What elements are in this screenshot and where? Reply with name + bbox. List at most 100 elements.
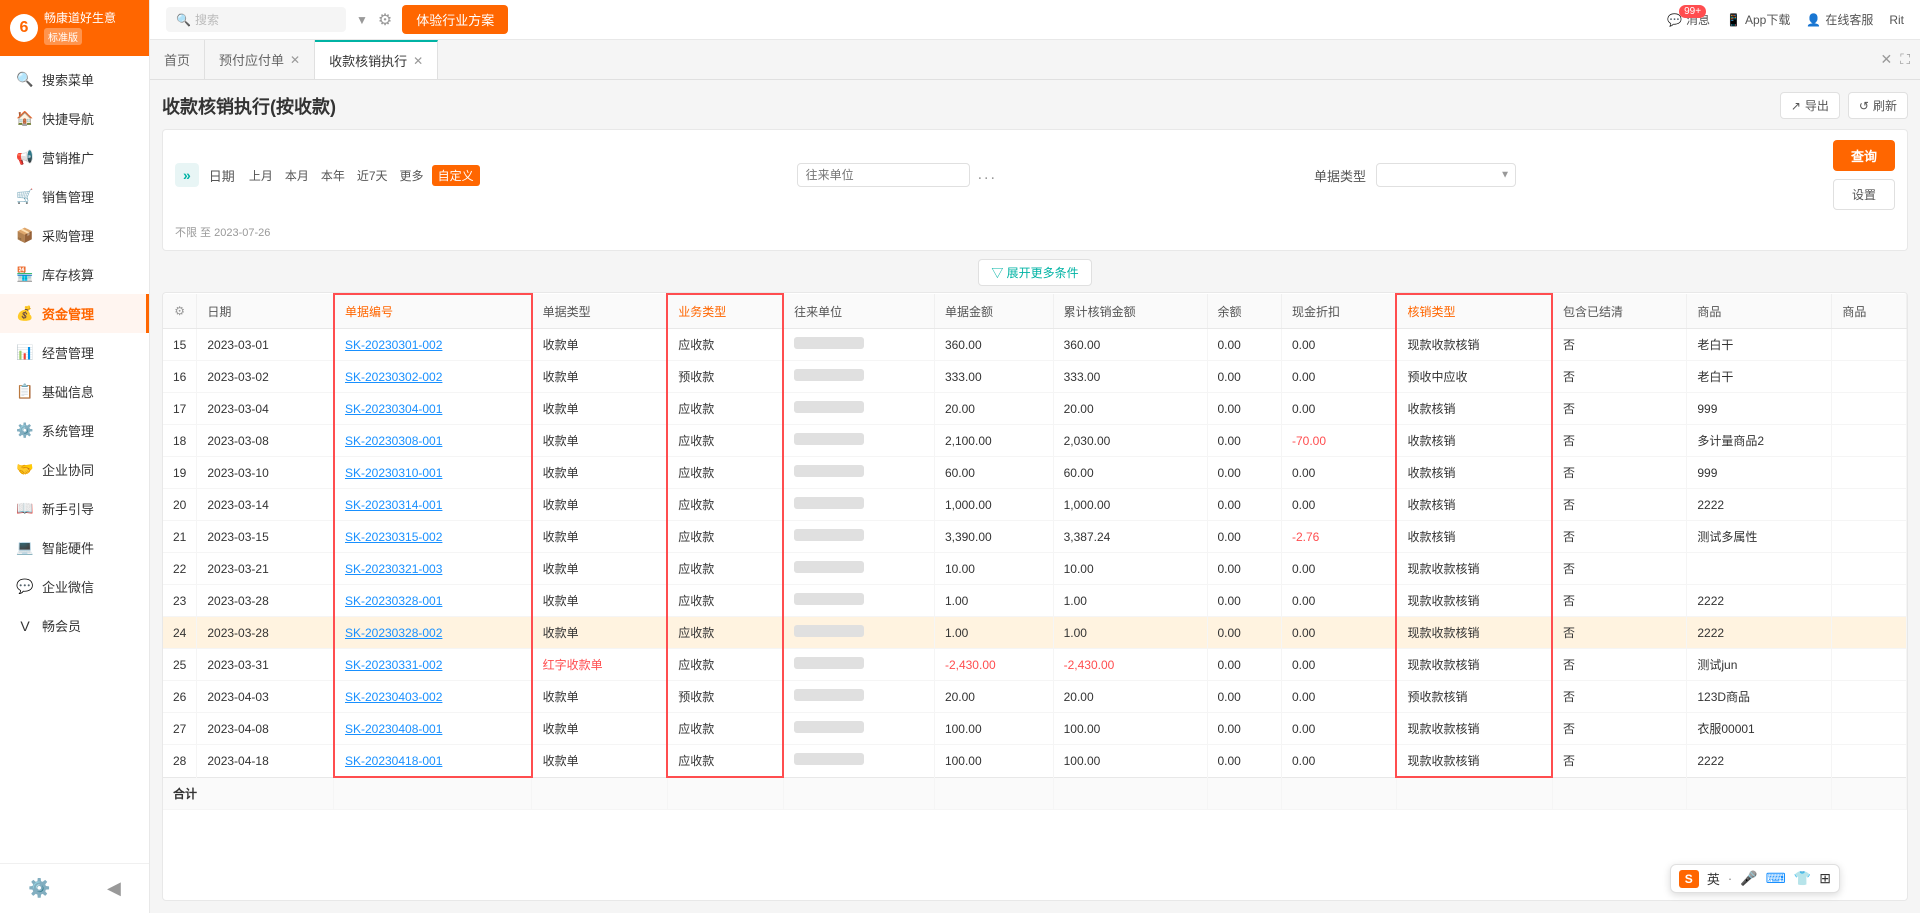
tab-prepay[interactable]: 预付应付单 ✕	[205, 40, 315, 79]
ime-mic-icon[interactable]: 🎤	[1740, 870, 1757, 887]
row-unit	[783, 329, 934, 361]
row-bill-no[interactable]: SK-20230403-002	[334, 681, 532, 713]
unit-input[interactable]	[797, 163, 970, 187]
table-row[interactable]: 24 2023-03-28 SK-20230328-002 收款单 应收款 1.…	[163, 617, 1907, 649]
sidebar-menu: 🔍 搜索菜单 🏠 快捷导航 📢 营销推广 🛒 销售管理 📦 采购管理 🏪 库存核…	[0, 56, 149, 863]
row-cancel-type: 收款核销	[1396, 521, 1552, 553]
date-this-month[interactable]: 本月	[281, 165, 313, 186]
sidebar-item-search[interactable]: 🔍 搜索菜单	[0, 60, 149, 99]
message-btn[interactable]: 💬 消息 99+	[1667, 11, 1710, 28]
sidebar-item-inventory[interactable]: 🏪 库存核算	[0, 255, 149, 294]
customer-service-btn[interactable]: 👤 在线客服	[1806, 11, 1873, 28]
main-area: 🔍 搜索 ▼ ⚙ 体验行业方案 💬 消息 99+ 📱 App下载 👤 在线客服 …	[150, 0, 1920, 913]
table-row[interactable]: 28 2023-04-18 SK-20230418-001 收款单 应收款 10…	[163, 745, 1907, 778]
app-download-btn[interactable]: 📱 App下载	[1726, 11, 1790, 28]
row-goods: 老白干	[1687, 361, 1832, 393]
row-unit	[783, 457, 934, 489]
sidebar-item-purchase[interactable]: 📦 采购管理	[0, 216, 149, 255]
date-last-7days[interactable]: 近7天	[353, 165, 392, 186]
sidebar-item-operations[interactable]: 📊 经营管理	[0, 333, 149, 372]
date-last-month[interactable]: 上月	[245, 165, 277, 186]
tab-collection-close-icon[interactable]: ✕	[413, 54, 423, 68]
tab-collection[interactable]: 收款核销执行 ✕	[315, 40, 438, 79]
tab-home[interactable]: 首页	[150, 40, 205, 79]
sidebar-item-marketing[interactable]: 📢 营销推广	[0, 138, 149, 177]
row-include-settled: 否	[1552, 617, 1687, 649]
collapse-icon[interactable]: ◀	[103, 874, 125, 903]
row-bill-no[interactable]: SK-20230310-001	[334, 457, 532, 489]
gear-icon[interactable]: ⚙	[378, 10, 392, 30]
sidebar-item-hardware[interactable]: 💻 智能硬件	[0, 528, 149, 567]
sidebar-item-guide[interactable]: 📖 新手引导	[0, 489, 149, 528]
close-window-icon[interactable]: ✕	[1880, 51, 1892, 68]
filter-setting-btn[interactable]: 设置	[1833, 179, 1895, 210]
sidebar-item-wechat[interactable]: 💬 企业微信	[0, 567, 149, 606]
row-goods: 999	[1687, 457, 1832, 489]
date-this-year[interactable]: 本年	[317, 165, 349, 186]
row-bill-no[interactable]: SK-20230328-001	[334, 585, 532, 617]
sidebar-item-finance[interactable]: 💰 资金管理	[0, 294, 149, 333]
industry-btn[interactable]: 体验行业方案	[402, 5, 508, 34]
column-settings-icon[interactable]: ⚙	[174, 304, 185, 318]
date-custom-btn[interactable]: 自定义	[432, 165, 480, 186]
unit-filter: ...	[797, 163, 997, 187]
row-bill-type: 收款单	[532, 393, 668, 425]
table-row[interactable]: 17 2023-03-04 SK-20230304-001 收款单 应收款 20…	[163, 393, 1907, 425]
row-bill-no[interactable]: SK-20230418-001	[334, 745, 532, 778]
refresh-btn[interactable]: ↺ 刷新	[1848, 92, 1908, 119]
row-bill-no[interactable]: SK-20230331-002	[334, 649, 532, 681]
tab-prepay-close-icon[interactable]: ✕	[290, 53, 300, 67]
row-amount: 60.00	[934, 457, 1053, 489]
row-goods: 多计量商品2	[1687, 425, 1832, 457]
row-bill-no[interactable]: SK-20230304-001	[334, 393, 532, 425]
row-bill-no[interactable]: SK-20230408-001	[334, 713, 532, 745]
row-cancel-type: 现款收款核销	[1396, 553, 1552, 585]
row-bill-type: 红字收款单	[532, 649, 668, 681]
row-goods2	[1832, 745, 1907, 778]
sidebar-item-system[interactable]: ⚙️ 系统管理	[0, 411, 149, 450]
sidebar-item-vip[interactable]: V 畅会员	[0, 606, 149, 645]
ime-text: 英	[1707, 869, 1720, 888]
row-bill-no[interactable]: SK-20230301-002	[334, 329, 532, 361]
table-row[interactable]: 22 2023-03-21 SK-20230321-003 收款单 应收款 10…	[163, 553, 1907, 585]
table-row[interactable]: 26 2023-04-03 SK-20230403-002 收款单 预收款 20…	[163, 681, 1907, 713]
sidebar-item-enterprise[interactable]: 🤝 企业协同	[0, 450, 149, 489]
table-row[interactable]: 23 2023-03-28 SK-20230328-001 收款单 应收款 1.…	[163, 585, 1907, 617]
dropdown-arrow-icon[interactable]: ▼	[356, 13, 368, 27]
date-more[interactable]: 更多	[396, 165, 428, 186]
row-bill-no[interactable]: SK-20230314-001	[334, 489, 532, 521]
tab-bar: 首页 预付应付单 ✕ 收款核销执行 ✕ ✕ ⛶	[150, 40, 1920, 80]
topbar-search[interactable]: 🔍 搜索	[166, 7, 346, 32]
export-btn[interactable]: ↗ 导出	[1780, 92, 1840, 119]
unit-dots[interactable]: ...	[978, 166, 997, 184]
sidebar-item-shortcut[interactable]: 🏠 快捷导航	[0, 99, 149, 138]
table-row[interactable]: 16 2023-03-02 SK-20230302-002 收款单 预收款 33…	[163, 361, 1907, 393]
expand-conditions-btn[interactable]: ▽ 展开更多条件	[978, 259, 1091, 286]
row-bill-no[interactable]: SK-20230308-001	[334, 425, 532, 457]
ime-grid-icon[interactable]: ⊞	[1819, 870, 1831, 887]
user-profile-btn[interactable]: Rit	[1889, 13, 1904, 27]
table-row[interactable]: 20 2023-03-14 SK-20230314-001 收款单 应收款 1,…	[163, 489, 1907, 521]
row-bill-no[interactable]: SK-20230328-002	[334, 617, 532, 649]
sidebar-item-sales[interactable]: 🛒 销售管理	[0, 177, 149, 216]
row-amount: 20.00	[934, 393, 1053, 425]
table-row[interactable]: 19 2023-03-10 SK-20230310-001 收款单 应收款 60…	[163, 457, 1907, 489]
row-no: 22	[163, 553, 197, 585]
ime-keyboard-icon[interactable]: ⌨	[1766, 870, 1786, 887]
table-row[interactable]: 27 2023-04-08 SK-20230408-001 收款单 应收款 10…	[163, 713, 1907, 745]
row-bill-no[interactable]: SK-20230315-002	[334, 521, 532, 553]
settings-bottom-icon[interactable]: ⚙️	[24, 874, 54, 903]
ime-skin-icon[interactable]: 👕	[1794, 870, 1811, 887]
table-row[interactable]: 25 2023-03-31 SK-20230331-002 红字收款单 应收款 …	[163, 649, 1907, 681]
table-row[interactable]: 21 2023-03-15 SK-20230315-002 收款单 应收款 3,…	[163, 521, 1907, 553]
filter-toggle-btn[interactable]: »	[175, 163, 199, 187]
table-row[interactable]: 18 2023-03-08 SK-20230308-001 收款单 应收款 2,…	[163, 425, 1907, 457]
sidebar-item-label: 基础信息	[42, 382, 94, 401]
table-row[interactable]: 15 2023-03-01 SK-20230301-002 收款单 应收款 36…	[163, 329, 1907, 361]
query-btn[interactable]: 查询	[1833, 140, 1895, 171]
sidebar-item-basic[interactable]: 📋 基础信息	[0, 372, 149, 411]
row-bill-no[interactable]: SK-20230321-003	[334, 553, 532, 585]
type-select[interactable]	[1376, 163, 1516, 187]
row-bill-no[interactable]: SK-20230302-002	[334, 361, 532, 393]
maximize-icon[interactable]: ⛶	[1900, 51, 1910, 68]
